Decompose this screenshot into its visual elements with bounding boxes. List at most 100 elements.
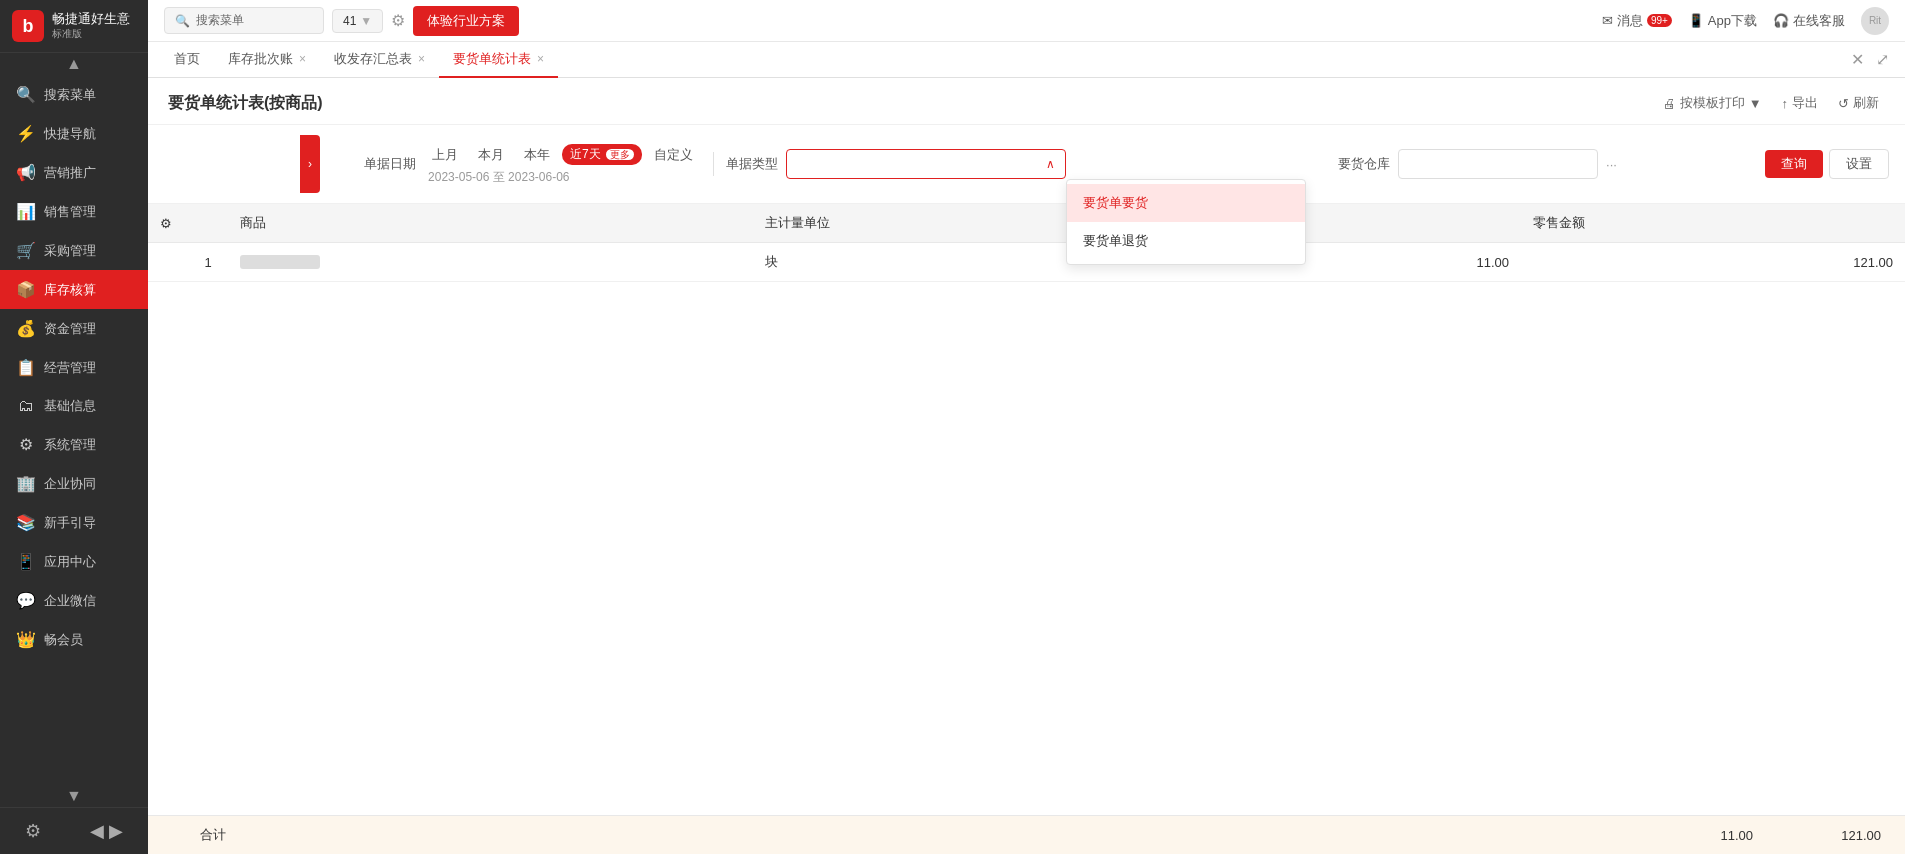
sidebar-item-marketing[interactable]: 📢 营销推广 [0,153,148,192]
tab-inventory-batch-close[interactable]: × [299,52,306,66]
export-btn[interactable]: ↑ 导出 [1776,90,1825,116]
tab-home[interactable]: 首页 [160,42,214,78]
date-buttons: 上月 本月 本年 近7天 更多 自定义 [424,143,701,167]
inventory-icon: 📦 [16,280,36,299]
sidebar-item-finance[interactable]: 💰 资金管理 [0,309,148,348]
tab-inventory-batch-label: 库存批次账 [228,50,293,68]
online-service-label: 在线客服 [1793,12,1845,30]
tab-receivable-summary-label: 收发存汇总表 [334,50,412,68]
app-download-label: App下载 [1708,12,1757,30]
dropdown-item-order-return[interactable]: 要货单退货 [1067,222,1305,260]
filter-divider-1 [713,152,714,176]
sidebar-item-wechat[interactable]: 💬 企业微信 [0,581,148,620]
sidebar-item-members[interactable]: 👑 畅会员 [0,620,148,659]
date-btn-last-month[interactable]: 上月 [424,143,466,167]
query-btn[interactable]: 查询 [1765,150,1823,178]
filter-actions: 查询 设置 [1765,149,1889,179]
wechat-icon: 💬 [16,591,36,610]
topbar-gear-icon[interactable]: ⚙ [391,11,405,30]
sidebar-item-label: 搜索菜单 [44,86,96,104]
sidebar-item-label: 采购管理 [44,242,96,260]
sidebar-scroll-up[interactable]: ▲ [0,53,148,75]
quick-nav-icon: ⚡ [16,124,36,143]
tabbar: 首页 库存批次账 × 收发存汇总表 × 要货单统计表 × ✕ ⤢ [148,42,1905,78]
export-icon: ↑ [1782,96,1789,111]
footer-label: 合计 [160,826,360,844]
purchase-icon: 🛒 [16,241,36,260]
sidebar-item-label: 系统管理 [44,436,96,454]
sidebar-item-inventory[interactable]: 📦 库存核算 [0,270,148,309]
col-amount: 零售金额 [1521,204,1905,243]
date-btn-recent[interactable]: 近7天 更多 [562,144,642,165]
warehouse-filter-input[interactable] [1398,149,1598,179]
tab-order-stats-close[interactable]: × [537,52,544,66]
refresh-btn[interactable]: ↺ 刷新 [1832,90,1885,116]
topbar-left: 🔍 搜索菜单 41 ▼ ⚙ 体验行业方案 [164,6,1590,36]
goods-blurred [240,255,320,269]
date-btn-this-year[interactable]: 本年 [516,143,558,167]
sidebar-item-app-center[interactable]: 📱 应用中心 [0,542,148,581]
marketing-icon: 📢 [16,163,36,182]
app-download-btn[interactable]: 📱 App下载 [1688,12,1757,30]
collapse-sidebar-btn[interactable]: ◀ ▶ [82,816,131,846]
sidebar-item-guide[interactable]: 📚 新手引导 [0,503,148,542]
brand-name: 畅捷通好生意 [52,11,130,28]
dropdown-item-order-goods-label: 要货单要货 [1083,195,1148,210]
sidebar-item-sales[interactable]: 📊 销售管理 [0,192,148,231]
type-filter-input[interactable]: ∧ [786,149,1066,179]
print-btn[interactable]: 🖨 按模板打印 ▼ [1657,90,1768,116]
tab-order-stats[interactable]: 要货单统计表 × [439,42,558,78]
tab-receivable-summary-close[interactable]: × [418,52,425,66]
tab-maximize-btn[interactable]: ⤢ [1872,48,1893,71]
sidebar-item-label: 企业协同 [44,475,96,493]
tab-receivable-summary[interactable]: 收发存汇总表 × [320,42,439,78]
type-dropdown-arrow-icon: ∧ [1046,157,1055,171]
system-icon: ⚙ [16,435,36,454]
page-actions: 🖨 按模板打印 ▼ ↑ 导出 ↺ 刷新 [1657,90,1885,116]
trial-btn[interactable]: 体验行业方案 [413,6,519,36]
num-label: 41 [343,14,356,28]
filter-expand-btn[interactable]: › [300,135,320,193]
table-footer: 合计 11.00 121.00 [148,815,1905,854]
search-menu-label: 搜索菜单 [196,12,244,29]
sidebar-item-purchase[interactable]: 🛒 采购管理 [0,231,148,270]
page-title: 要货单统计表(按商品) [168,93,323,114]
search-menu-icon: 🔍 [175,14,190,28]
user-avatar[interactable]: Rit [1861,7,1889,35]
search-icon: 🔍 [16,85,36,104]
sidebar-item-basic-info[interactable]: 🗂 基础信息 [0,387,148,425]
warehouse-filter-label: 要货仓库 [1338,155,1390,173]
date-btn-recent-label: 近7天 [570,147,601,161]
settings-bottom-btn[interactable]: ⚙ [17,816,49,846]
sidebar-item-label: 应用中心 [44,553,96,571]
search-menu-input[interactable]: 🔍 搜索菜单 [164,7,324,34]
warehouse-dots-btn[interactable]: ··· [1606,157,1617,172]
topbar-right: ✉ 消息 99+ 📱 App下载 🎧 在线客服 Rit [1602,7,1889,35]
dropdown-item-order-goods[interactable]: 要货单要货 [1067,184,1305,222]
logo-icon: b [12,10,44,42]
sidebar-item-label: 库存核算 [44,281,96,299]
sidebar-item-search[interactable]: 🔍 搜索菜单 [0,75,148,114]
sidebar-item-system[interactable]: ⚙ 系统管理 [0,425,148,464]
online-service-icon: 🎧 [1773,13,1789,28]
type-dropdown-menu: 要货单要货 要货单退货 [1066,179,1306,265]
tab-close-all-btn[interactable]: ✕ [1847,48,1868,71]
filter-settings-btn[interactable]: 设置 [1829,149,1889,179]
sidebar-item-quick-nav[interactable]: ⚡ 快捷导航 [0,114,148,153]
col-settings[interactable]: ⚙ [148,204,188,243]
app-logo: b 畅捷通好生意 标准版 [0,0,148,53]
sidebar-item-label: 销售管理 [44,203,96,221]
sidebar-item-operations[interactable]: 📋 经营管理 [0,348,148,387]
online-service-btn[interactable]: 🎧 在线客服 [1773,12,1845,30]
page-header: 要货单统计表(按商品) 🖨 按模板打印 ▼ ↑ 导出 ↺ 刷新 [148,78,1905,125]
messages-btn[interactable]: ✉ 消息 99+ [1602,12,1672,30]
tab-inventory-batch[interactable]: 库存批次账 × [214,42,320,78]
date-btn-custom[interactable]: 自定义 [646,143,701,167]
sidebar-scroll-down[interactable]: ▼ [0,785,148,807]
sidebar-item-enterprise[interactable]: 🏢 企业协同 [0,464,148,503]
topbar: 🔍 搜索菜单 41 ▼ ⚙ 体验行业方案 ✉ 消息 99+ 📱 App下载 🎧 [148,0,1905,42]
date-btn-this-month[interactable]: 本月 [470,143,512,167]
export-label: 导出 [1792,94,1818,112]
guide-icon: 📚 [16,513,36,532]
td-settings [148,243,188,282]
